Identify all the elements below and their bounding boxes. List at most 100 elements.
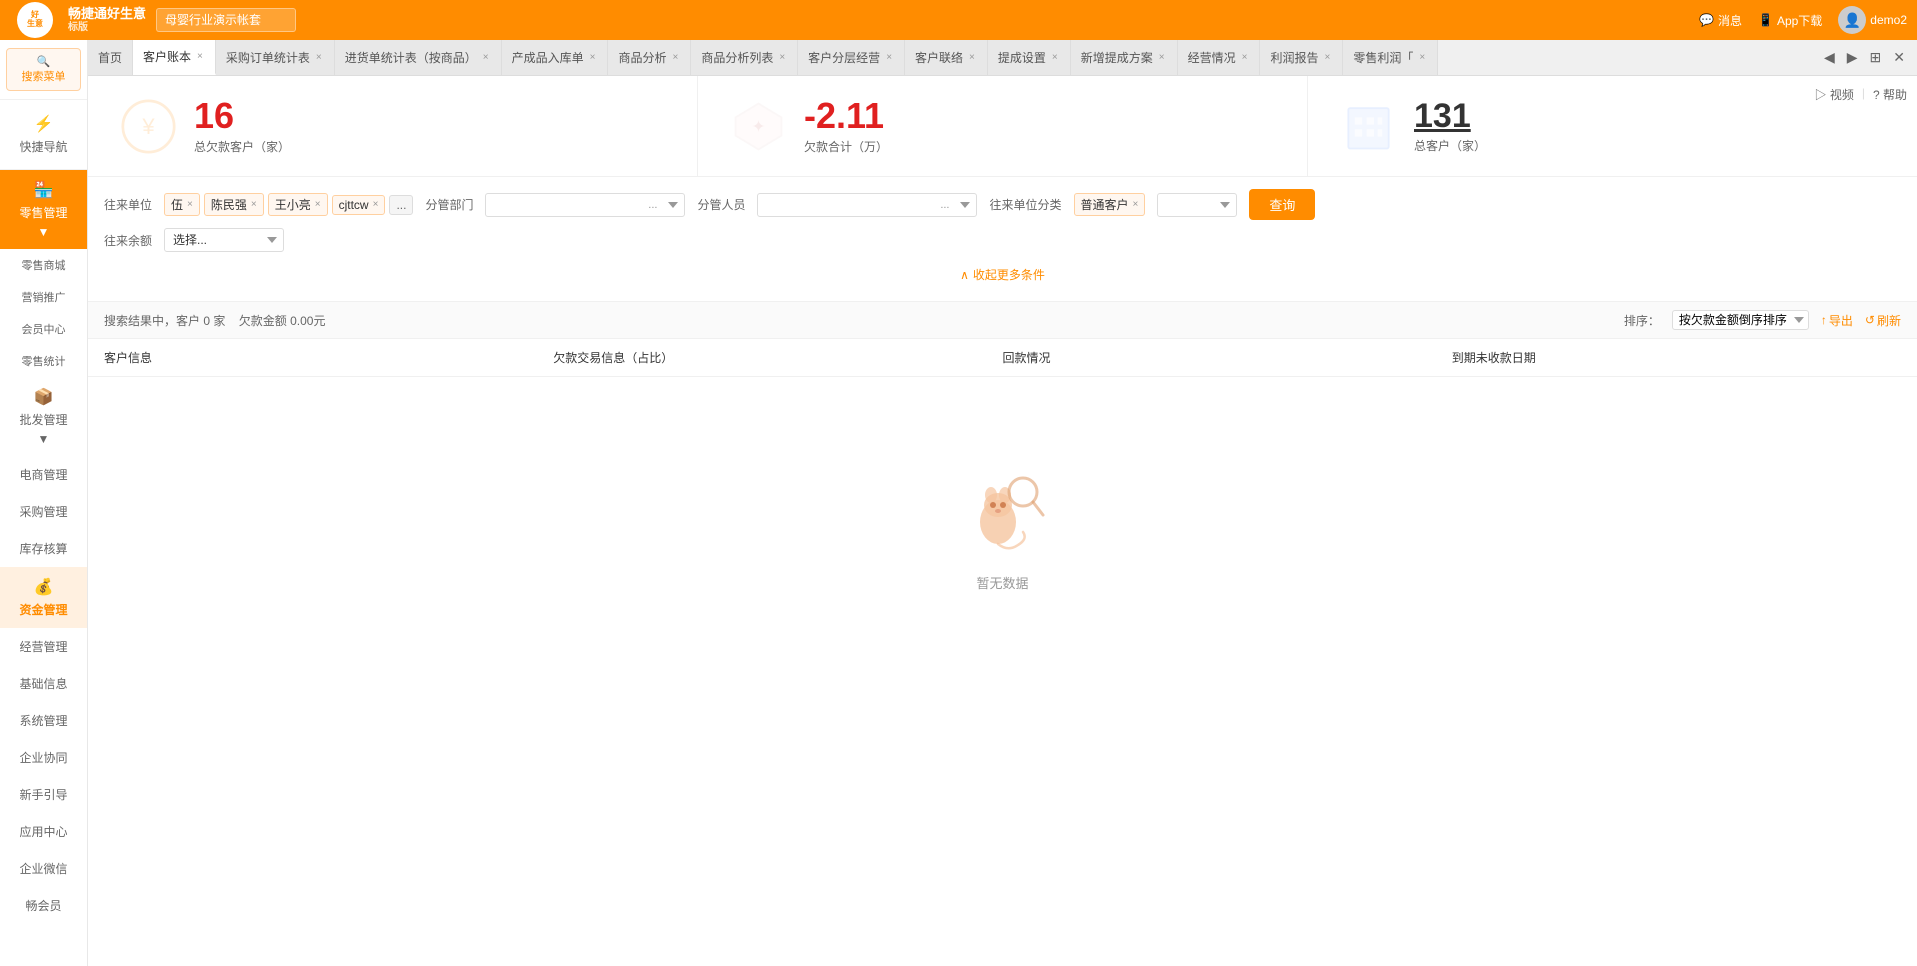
sidebar-item-retail[interactable]: 🏪 零售管理 ▼ <box>0 170 87 249</box>
tab-commission-settings[interactable]: 提成设置 × <box>988 40 1071 75</box>
tab-customer-ledger[interactable]: 客户账本 × <box>133 40 216 75</box>
sidebar-item-inventory[interactable]: 库存核算 <box>0 530 87 567</box>
filter-tag-cj-close[interactable]: × <box>373 199 379 210</box>
message-btn[interactable]: 💬 消息 <box>1699 12 1742 29</box>
finance-icon: 💰 <box>34 577 54 597</box>
tab-home[interactable]: 首页 <box>88 40 133 75</box>
user-area[interactable]: 👤 demo2 <box>1838 6 1907 34</box>
tab-product-inbound[interactable]: 产成品入库单 × <box>502 40 609 75</box>
tab-goods-analysis-list[interactable]: 商品分析列表 × <box>691 40 798 75</box>
tab-close-all-btn[interactable]: ✕ <box>1889 47 1909 68</box>
tab-goods-stats[interactable]: 进货单统计表（按商品） × <box>335 40 502 75</box>
tab-customer-layer[interactable]: 客户分层经营 × <box>798 40 905 75</box>
unit-class-select[interactable] <box>1157 193 1237 217</box>
sidebar-item-member[interactable]: 会员中心 <box>0 313 87 345</box>
filter-row-2: 往来余额 选择... <box>104 228 1901 252</box>
sidebar-item-system[interactable]: 系统管理 <box>0 702 87 739</box>
tab-next-btn[interactable]: ▶ <box>1843 47 1862 68</box>
collapse-area: ∧ 收起更多条件 <box>104 260 1901 289</box>
tab-customer-contact[interactable]: 客户联络 × <box>905 40 988 75</box>
play-icon: ▷ <box>1814 88 1826 102</box>
filter-tag-chen: 陈民强 × <box>204 193 264 216</box>
tab-purchase-stats[interactable]: 采购订单统计表 × <box>216 40 335 75</box>
sidebar-item-apps[interactable]: 应用中心 <box>0 813 87 850</box>
balance-select[interactable]: 选择... <box>164 228 284 252</box>
tab-goods-stats-close[interactable]: × <box>481 51 491 64</box>
tab-new-commission-close[interactable]: × <box>1157 51 1167 64</box>
sort-select[interactable]: 按欠款金额倒序排序 <box>1672 310 1809 330</box>
empty-state: 暂无数据 <box>88 377 1917 672</box>
system-label: 系统管理 <box>19 712 67 729</box>
stat-overdue-label: 总欠款客户（家） <box>194 138 290 155</box>
collab-label: 企业协同 <box>19 749 67 766</box>
app-download-btn[interactable]: 📱 App下载 <box>1758 12 1822 29</box>
video-link[interactable]: ▷ 视频 <box>1814 86 1853 103</box>
tab-retail-profit-close[interactable]: × <box>1417 51 1427 64</box>
wholesale-label: 批发管理 <box>19 411 67 428</box>
tab-product-inbound-label: 产成品入库单 <box>512 49 584 66</box>
demo-selector-area: 母婴行业演示帐套 <box>146 8 1699 32</box>
tab-customer-layer-close[interactable]: × <box>884 51 894 64</box>
col-header-due-date: 到期未收款日期 <box>1452 349 1901 366</box>
tab-goods-analysis-list-close[interactable]: × <box>777 51 787 64</box>
sidebar-item-ecommerce[interactable]: 电商管理 <box>0 456 87 493</box>
tab-customer-ledger-close[interactable]: × <box>195 50 205 63</box>
query-btn[interactable]: 查询 <box>1249 189 1315 220</box>
sidebar-item-retail-stats[interactable]: 零售统计 <box>0 345 87 377</box>
sidebar-item-basics[interactable]: 基础信息 <box>0 665 87 702</box>
tab-goods-analysis-close[interactable]: × <box>670 51 680 64</box>
svg-text:¥: ¥ <box>141 113 155 138</box>
tab-goods-analysis[interactable]: 商品分析 × <box>608 40 691 75</box>
sidebar-item-wholesale[interactable]: 📦 批发管理 ▼ <box>0 377 87 456</box>
sidebar-item-finance[interactable]: 💰 资金管理 <box>0 567 87 628</box>
export-label: 导出 <box>1829 312 1853 329</box>
sidebar-item-marketing[interactable]: 营销推广 <box>0 281 87 313</box>
tab-commission-settings-close[interactable]: × <box>1050 51 1060 64</box>
filter-tag-chen-close[interactable]: × <box>251 199 257 210</box>
sidebar-item-operations[interactable]: 经营管理 <box>0 628 87 665</box>
wholesale-icon: 📦 <box>34 387 54 407</box>
tab-operations-close[interactable]: × <box>1240 51 1250 64</box>
sidebar-item-collab[interactable]: 企业协同 <box>0 739 87 776</box>
tab-prev-btn[interactable]: ◀ <box>1820 47 1839 68</box>
logo: 好生意 <box>10 2 60 38</box>
purchase-label: 采购管理 <box>19 503 67 520</box>
sidebar-item-quick-nav[interactable]: ⚡ 快捷导航 <box>0 104 87 165</box>
sidebar-item-member-pro[interactable]: 畅会员 <box>0 887 87 924</box>
tab-profit-report-label: 利润报告 <box>1270 49 1318 66</box>
search-menu-btn[interactable]: 🔍 搜索菜单 <box>6 48 81 91</box>
tab-new-commission[interactable]: 新增提成方案 × <box>1071 40 1178 75</box>
filter-tag-wu-close[interactable]: × <box>187 199 193 210</box>
person-more-icon[interactable]: ... <box>940 199 949 211</box>
svg-text:✦: ✦ <box>751 118 765 136</box>
tab-retail-profit-label: 零售利润「 <box>1353 49 1413 66</box>
unit-class-label: 往来单位分类 <box>989 196 1061 213</box>
help-link[interactable]: ? 帮助 <box>1873 86 1907 103</box>
filter-tag-wang-close[interactable]: × <box>315 199 321 210</box>
member-pro-label: 畅会员 <box>25 897 61 914</box>
demo-selector[interactable]: 母婴行业演示帐套 <box>156 8 296 32</box>
tab-profit-report[interactable]: 利润报告 × <box>1260 40 1343 75</box>
tab-customer-contact-close[interactable]: × <box>967 51 977 64</box>
filter-tags-area: 伍 × 陈民强 × 王小亮 × <box>164 193 413 216</box>
collapse-btn[interactable]: ∧ 收起更多条件 <box>960 260 1045 289</box>
tab-retail-profit[interactable]: 零售利润「 × <box>1343 40 1438 75</box>
more-tags-btn[interactable]: ... <box>389 195 413 215</box>
tab-profit-report-close[interactable]: × <box>1322 51 1332 64</box>
dept-clear-icon[interactable]: ... <box>648 199 657 211</box>
export-btn[interactable]: ↑ 导出 <box>1821 312 1853 329</box>
tab-purchase-stats-close[interactable]: × <box>314 51 324 64</box>
refresh-btn[interactable]: ↺ 刷新 <box>1865 312 1901 329</box>
sidebar-item-guide[interactable]: 新手引导 <box>0 776 87 813</box>
tab-expand-btn[interactable]: ⊞ <box>1866 47 1886 68</box>
tab-operations[interactable]: 经营情况 × <box>1178 40 1261 75</box>
filter-tag-wang: 王小亮 × <box>268 193 328 216</box>
sidebar-item-wechat[interactable]: 企业微信 <box>0 850 87 887</box>
tab-purchase-stats-label: 采购订单统计表 <box>226 49 310 66</box>
sidebar-item-retail-mall[interactable]: 零售商城 <box>0 249 87 281</box>
person-filter-label: 分管人员 <box>697 196 745 213</box>
tab-product-inbound-close[interactable]: × <box>588 51 598 64</box>
filter-tag-normal-close[interactable]: × <box>1133 199 1139 210</box>
coin-icon: ¥ <box>118 96 178 156</box>
sidebar-item-purchase[interactable]: 采购管理 <box>0 493 87 530</box>
